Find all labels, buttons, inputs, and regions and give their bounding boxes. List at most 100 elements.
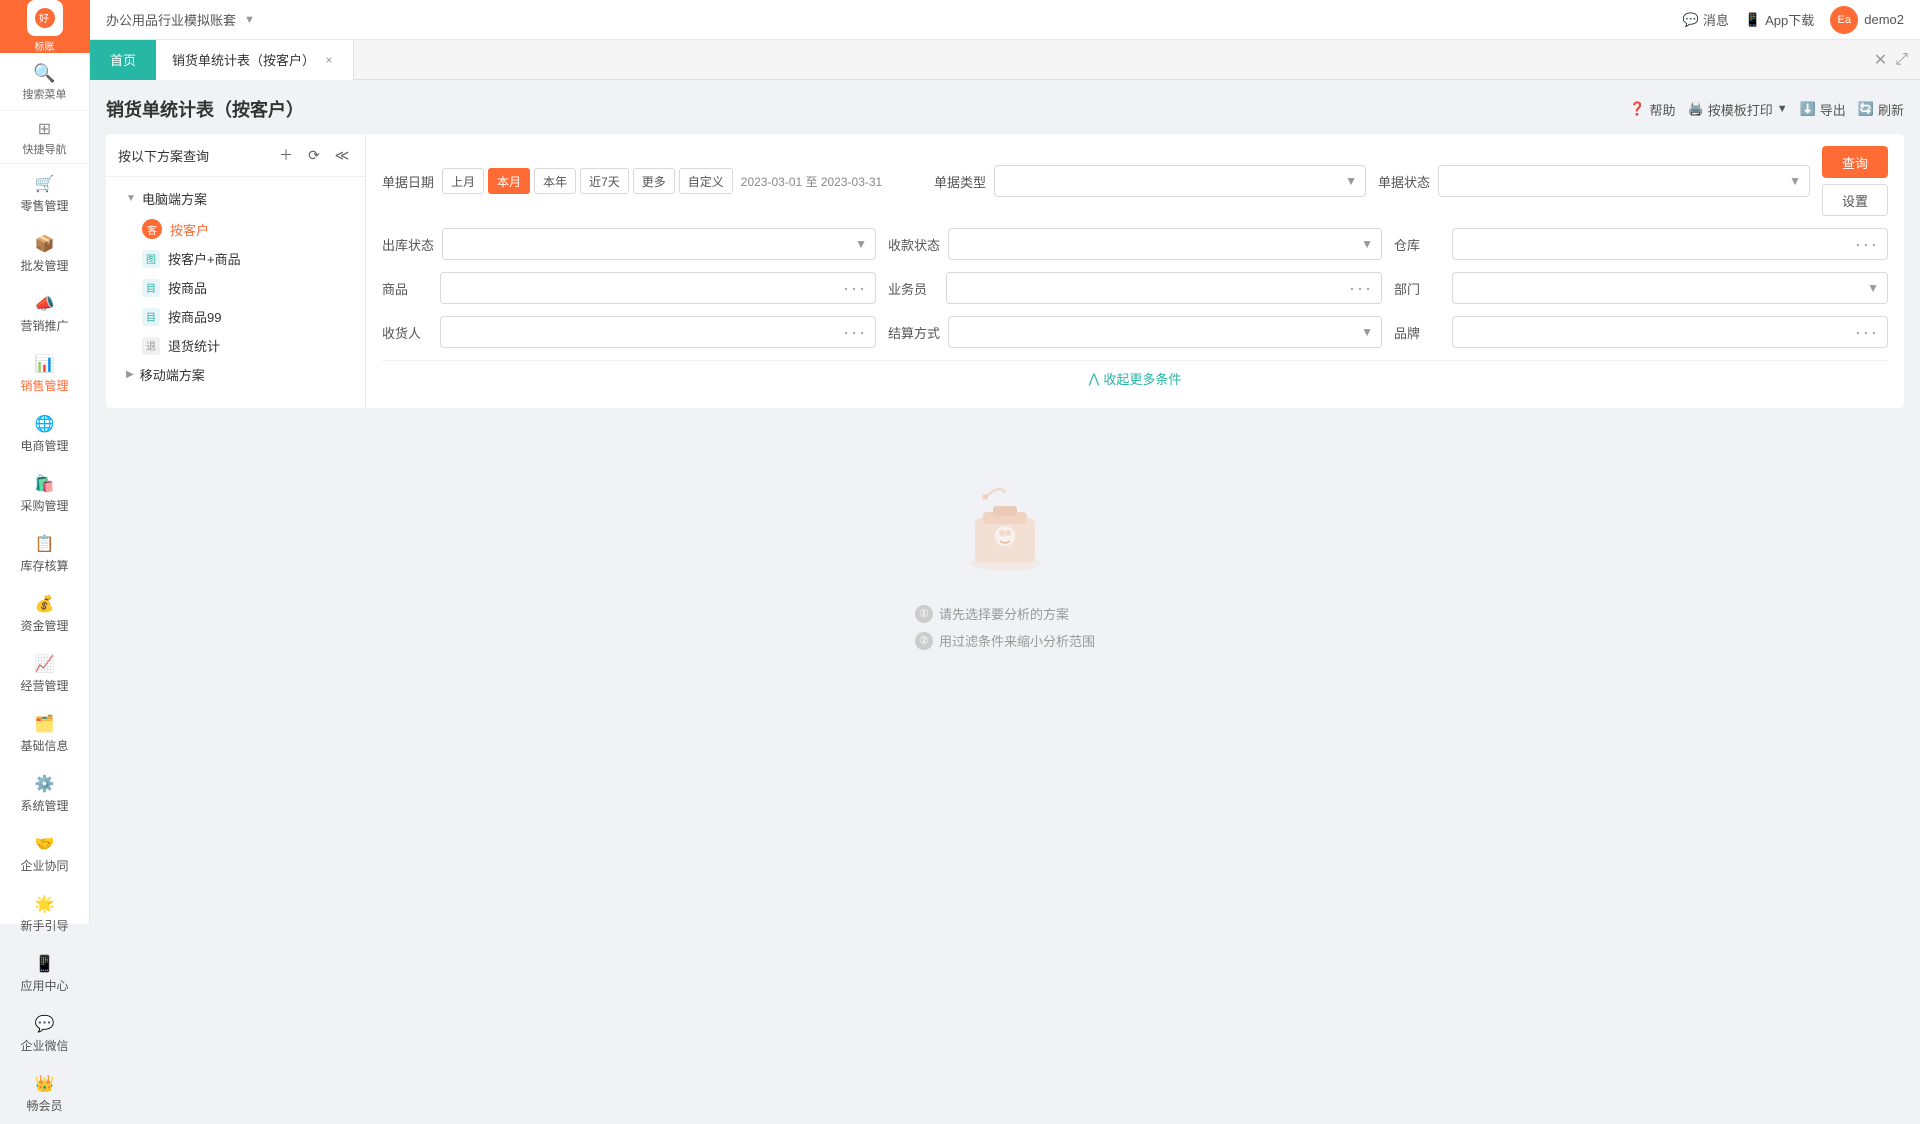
sidebar-item-inventory[interactable]: 📋 库存核算 xyxy=(0,524,90,584)
tree-child-by-goods[interactable]: 目 按商品 xyxy=(106,273,365,302)
salesperson-input[interactable]: ··· xyxy=(946,272,1382,304)
sidebar-item-cooperation[interactable]: 🤝 企业协同 xyxy=(0,824,90,884)
scheme-icon-return: 退 xyxy=(142,337,160,355)
print-label: 按模板打印 xyxy=(1708,100,1773,119)
filter-panel: 单据日期 上月 本月 本年 近7天 更多 自定义 2023-03-01 至 20… xyxy=(366,134,1904,408)
tree-child-by-customer-goods[interactable]: 图 按客户+商品 xyxy=(106,244,365,273)
sidebar-item-operation[interactable]: 📈 经营管理 xyxy=(0,644,90,704)
user-info[interactable]: Ea demo2 xyxy=(1830,6,1904,34)
out-status-input[interactable]: ▼ xyxy=(442,228,876,260)
help-label: 帮助 xyxy=(1649,100,1675,119)
main-content: 办公用品行业模拟账套 ▼ 💬 消息 📱 App下载 Ea demo2 首页 xyxy=(90,0,1920,924)
sidebar-item-member[interactable]: 👑 畅会员 xyxy=(0,1064,90,1124)
sidebar-item-appcenter-label: 应用中心 xyxy=(20,977,68,994)
sidebar-quick-nav[interactable]: ⊞ 快捷导航 xyxy=(0,111,90,164)
brand-input[interactable]: ··· xyxy=(1452,316,1888,348)
receiver-input[interactable]: ··· xyxy=(440,316,876,348)
receive-status-input[interactable]: ▼ xyxy=(948,228,1382,260)
order-type-input[interactable]: ▼ xyxy=(994,165,1366,197)
date-btn-thismonth[interactable]: 本月 xyxy=(488,168,530,194)
settle-chevron: ▼ xyxy=(1361,325,1373,339)
filter-row-3: 商品 ··· 业务员 ··· 部门 xyxy=(382,272,1888,304)
sidebar-item-purchase[interactable]: 🛍️ 采购管理 xyxy=(0,464,90,524)
sidebar-item-finance[interactable]: 💰 资金管理 xyxy=(0,584,90,644)
tab-bar: 首页 销货单统计表（按客户） × ✕ ⤢ xyxy=(90,40,1920,80)
tree-child-by-goods99[interactable]: 目 按商品99 xyxy=(106,302,365,331)
order-status-input[interactable]: ▼ xyxy=(1438,165,1810,197)
print-icon: 🖨️ xyxy=(1688,101,1704,117)
app-logo[interactable]: 好 标账 xyxy=(0,0,90,53)
tree-arrow-mobile: ▶ xyxy=(126,369,134,380)
brand-label: 品牌 xyxy=(1394,323,1444,342)
tab-close-icon[interactable]: × xyxy=(321,52,337,68)
receiver-dots: ··· xyxy=(843,322,867,343)
sidebar-item-ecommerce-label: 电商管理 xyxy=(20,437,68,454)
date-btn-lastmonth[interactable]: 上月 xyxy=(442,168,484,194)
refresh-scheme-btn[interactable]: ⟳ xyxy=(303,144,325,166)
sidebar-search-label: 搜索菜单 xyxy=(23,86,67,102)
tree-section-mobile-label: 移动端方案 xyxy=(140,365,205,384)
filter-field-warehouse: 仓库 ··· xyxy=(1394,228,1888,260)
department-input[interactable]: ▼ xyxy=(1452,272,1888,304)
print-btn[interactable]: 🖨️ 按模板打印 ▼ xyxy=(1688,100,1788,119)
filter-row-1: 单据日期 上月 本月 本年 近7天 更多 自定义 2023-03-01 至 20… xyxy=(382,146,1888,216)
goods-input[interactable]: ··· xyxy=(440,272,876,304)
date-btn-7days[interactable]: 近7天 xyxy=(580,168,629,194)
department-label: 部门 xyxy=(1394,279,1444,298)
sidebar-item-ecommerce[interactable]: 🌐 电商管理 xyxy=(0,404,90,464)
sidebar-search[interactable]: 🔍 搜索菜单 xyxy=(0,53,90,111)
query-button[interactable]: 查询 xyxy=(1822,146,1888,178)
sidebar-item-wholesale[interactable]: 📦 批发管理 xyxy=(0,224,90,284)
tree-child-return-stats[interactable]: 退 退货统计 xyxy=(106,331,365,360)
receive-status-label: 收款状态 xyxy=(888,235,940,254)
filter-row-2: 出库状态 ▼ 收款状态 ▼ 仓库 xyxy=(382,228,1888,260)
header-right: 💬 消息 📱 App下载 Ea demo2 xyxy=(1683,6,1904,34)
goods-dots: ··· xyxy=(843,278,867,299)
setting-button[interactable]: 设置 xyxy=(1822,184,1888,216)
sidebar-item-inventory-label: 库存核算 xyxy=(20,557,68,574)
refresh-label: 刷新 xyxy=(1878,100,1904,119)
date-btn-custom[interactable]: 自定义 xyxy=(679,168,733,194)
collapse-more-btn[interactable]: ⋀ 收起更多条件 xyxy=(382,360,1888,396)
tree-section-mobile[interactable]: ▶ 移动端方案 xyxy=(106,360,365,389)
industry-selector[interactable]: 办公用品行业模拟账套 ▼ xyxy=(106,10,255,29)
page-title: 销货单统计表（按客户） xyxy=(106,96,304,122)
add-scheme-btn[interactable]: ＋ xyxy=(275,144,297,166)
sidebar-item-wechat[interactable]: 💬 企业微信 xyxy=(0,1004,90,1064)
settle-input[interactable]: ▼ xyxy=(948,316,1382,348)
collapse-panel-btn[interactable]: ≪ xyxy=(331,144,353,166)
maximize-icon[interactable]: ⤢ xyxy=(1895,51,1908,69)
tree-node-desktop[interactable]: ▼ 电脑端方案 xyxy=(106,183,365,214)
export-btn[interactable]: ⬇️ 导出 xyxy=(1800,100,1846,119)
app-download-btn[interactable]: 📱 App下载 xyxy=(1745,10,1814,29)
sidebar-item-basic[interactable]: 🗂️ 基础信息 xyxy=(0,704,90,764)
industry-dropdown-icon[interactable]: ▼ xyxy=(244,14,255,26)
refresh-btn[interactable]: 🔄 刷新 xyxy=(1858,100,1904,119)
settle-label: 结算方式 xyxy=(888,323,940,342)
sidebar-item-retail[interactable]: 🛒 零售管理 xyxy=(0,164,90,224)
sidebar-item-appcenter[interactable]: 📱 应用中心 xyxy=(0,944,90,1004)
tree-node-desktop-label: 电脑端方案 xyxy=(142,189,207,208)
sidebar-item-sales[interactable]: 📊 销售管理 xyxy=(0,344,90,404)
tab-sales-stats[interactable]: 销货单统计表（按客户） × xyxy=(156,40,354,80)
sidebar-item-marketing[interactable]: 📣 营销推广 xyxy=(0,284,90,344)
message-label: 消息 xyxy=(1703,10,1729,29)
salesperson-dots: ··· xyxy=(1349,278,1373,299)
warehouse-input[interactable]: ··· xyxy=(1452,228,1888,260)
date-btn-thisyear[interactable]: 本年 xyxy=(534,168,576,194)
close-window-icon[interactable]: ✕ xyxy=(1874,50,1887,70)
collapse-label: 收起更多条件 xyxy=(1103,369,1181,388)
tab-home-label: 首页 xyxy=(110,50,136,69)
filter-actions: 查询 设置 xyxy=(1822,146,1888,216)
tree-child-by-customer-label: 按客户 xyxy=(170,220,209,239)
date-btn-more[interactable]: 更多 xyxy=(633,168,675,194)
tree-child-by-goods-label: 按商品 xyxy=(168,278,207,297)
help-btn[interactable]: ❓ 帮助 xyxy=(1629,100,1675,119)
message-btn[interactable]: 💬 消息 xyxy=(1683,10,1729,29)
tree-child-by-customer[interactable]: 客 按客户 xyxy=(106,214,365,244)
sidebar-item-newbie[interactable]: 🌟 新手引导 xyxy=(0,884,90,944)
industry-label: 办公用品行业模拟账套 xyxy=(106,10,236,29)
page-title-bar: 销货单统计表（按客户） ❓ 帮助 🖨️ 按模板打印 ▼ ⬇️ 导出 🔄 刷新 xyxy=(106,96,1904,122)
tab-home[interactable]: 首页 xyxy=(90,40,156,80)
sidebar-item-system[interactable]: ⚙️ 系统管理 xyxy=(0,764,90,824)
